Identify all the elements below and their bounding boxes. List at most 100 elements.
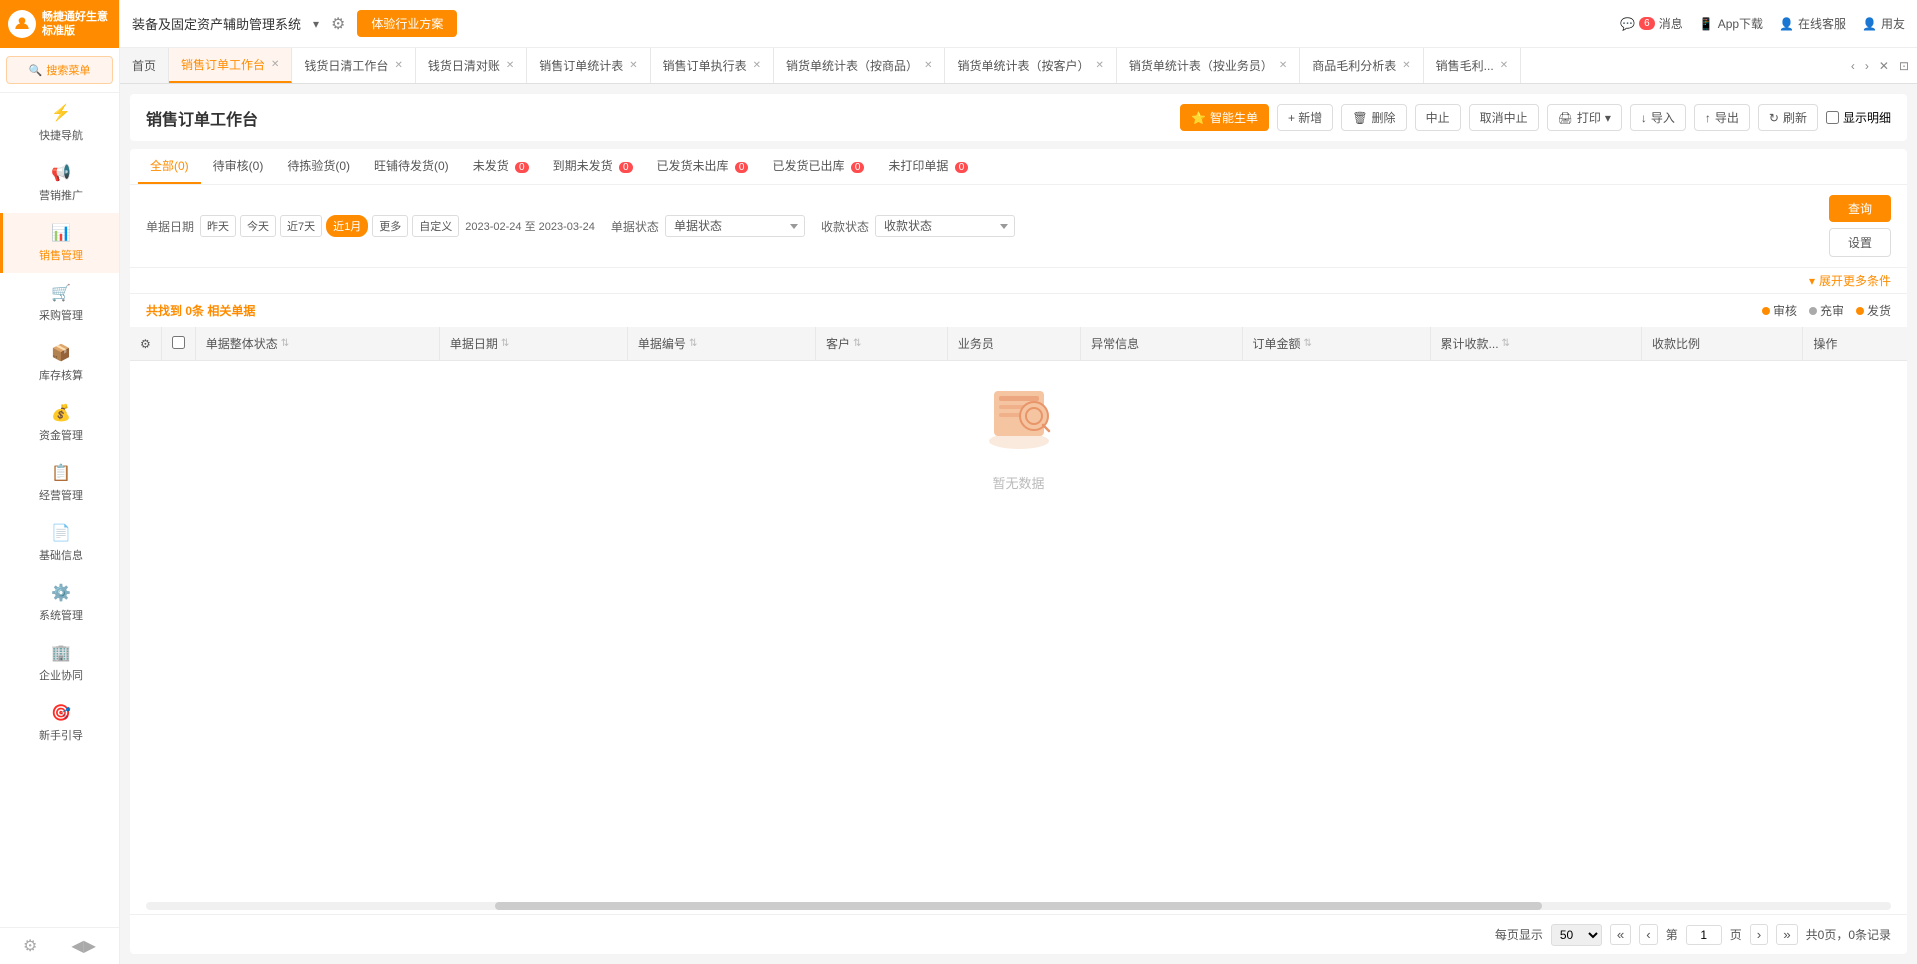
- tab-sales-by-customer-close[interactable]: ✕: [1095, 60, 1103, 71]
- sidebar-item-system[interactable]: ⚙️ 系统管理: [0, 573, 119, 633]
- show-detail-checkbox-label[interactable]: 显示明细: [1826, 109, 1891, 126]
- page-size-select[interactable]: 50 10 20 100: [1551, 924, 1602, 946]
- sidebar-item-operation[interactable]: 📋 经营管理: [0, 453, 119, 513]
- tab-sales-stats[interactable]: 销售订单统计表 ✕: [527, 48, 650, 83]
- date-yesterday-btn[interactable]: 昨天: [200, 215, 236, 237]
- page-input[interactable]: [1686, 925, 1722, 945]
- tab-sales-by-customer[interactable]: 销货单统计表（按客户） ✕: [945, 48, 1116, 83]
- sidebar-item-purchase[interactable]: 🛒 采购管理: [0, 273, 119, 333]
- tabs-close-all-btn[interactable]: ✕: [1875, 57, 1893, 75]
- sidebar-item-inventory[interactable]: 📦 库存核算: [0, 333, 119, 393]
- th-amount[interactable]: 订单金额 ⇅: [1242, 327, 1430, 361]
- user-item[interactable]: 👤 用友: [1862, 15, 1905, 32]
- settings-bottom-icon[interactable]: ⚙: [23, 936, 37, 956]
- sort-status[interactable]: 单据整体状态 ⇅: [206, 335, 289, 352]
- cancel-abort-btn[interactable]: 取消中止: [1469, 104, 1539, 131]
- sort-number[interactable]: 单据编号 ⇅: [638, 335, 697, 352]
- tab-sales-exec[interactable]: 销售订单执行表 ✕: [651, 48, 774, 83]
- tab-cash-daily-close[interactable]: ✕: [394, 60, 402, 71]
- delete-btn[interactable]: 🗑 删除: [1341, 104, 1406, 131]
- tab-sales-order-close[interactable]: ✕: [271, 59, 279, 70]
- tab-home[interactable]: 首页: [120, 48, 169, 83]
- tab-sales-by-staff[interactable]: 销货单统计表（按业务员） ✕: [1117, 48, 1300, 83]
- search-menu-button[interactable]: 🔍 搜索菜单: [6, 56, 113, 84]
- sidebar-item-sales[interactable]: 📊 销售管理: [0, 213, 119, 273]
- date-custom-btn[interactable]: 自定义: [412, 215, 459, 237]
- filter-tab-wangpu[interactable]: 旺铺待发货(0): [362, 149, 461, 184]
- filter-tab-pending-pick[interactable]: 待拣验货(0): [275, 149, 362, 184]
- sort-customer[interactable]: 客户 ⇅: [826, 335, 861, 352]
- message-item[interactable]: 💬 6 消息: [1620, 15, 1683, 32]
- tabs-prev-btn[interactable]: ‹: [1847, 57, 1859, 75]
- exp-btn[interactable]: 体验行业方案: [357, 10, 457, 37]
- filter-tab-not-printed[interactable]: 未打印单据 0: [876, 149, 980, 184]
- sidebar-item-marketing[interactable]: 📢 营销推广: [0, 153, 119, 213]
- sort-amount[interactable]: 订单金额 ⇅: [1253, 335, 1312, 352]
- tab-cash-reconcile-close[interactable]: ✕: [506, 60, 514, 71]
- sort-date[interactable]: 单据日期 ⇅: [450, 335, 509, 352]
- th-settings[interactable]: ⚙: [130, 327, 161, 361]
- th-number[interactable]: 单据编号 ⇅: [627, 327, 815, 361]
- date-today-btn[interactable]: 今天: [240, 215, 276, 237]
- status-select[interactable]: 单据状态: [665, 215, 805, 237]
- sidebar-item-finance[interactable]: 💰 资金管理: [0, 393, 119, 453]
- sidebar-item-guide[interactable]: 🎯 新手引导: [0, 693, 119, 753]
- horizontal-scrollbar[interactable]: [146, 902, 1891, 910]
- sidebar-item-corp[interactable]: 🏢 企业协同: [0, 633, 119, 693]
- export-btn[interactable]: ↑ 导出: [1694, 104, 1750, 131]
- ship-action[interactable]: 发货: [1856, 302, 1891, 319]
- last-page-btn[interactable]: »: [1776, 924, 1797, 945]
- th-collected[interactable]: 累计收款... ⇅: [1430, 327, 1641, 361]
- tab-sales-order-workbench[interactable]: 销售订单工作台 ✕: [169, 48, 292, 83]
- online-service-item[interactable]: 👤 在线客服: [1779, 15, 1846, 32]
- system-dropdown[interactable]: ▾: [313, 17, 319, 31]
- filter-tab-shipped-out[interactable]: 已发货已出库 0: [760, 149, 876, 184]
- query-btn[interactable]: 查询: [1829, 195, 1891, 222]
- print-btn[interactable]: 🖨 打印 ▾: [1547, 104, 1622, 131]
- tab-sales-by-goods[interactable]: 销货单统计表（按商品） ✕: [774, 48, 945, 83]
- tab-sales-profit-close[interactable]: ✕: [1500, 60, 1508, 71]
- filter-tab-shipped-not-out[interactable]: 已发货未出库 0: [645, 149, 761, 184]
- filter-tab-pending-review[interactable]: 待审核(0): [201, 149, 276, 184]
- review-action[interactable]: 审核: [1762, 302, 1797, 319]
- first-page-btn[interactable]: «: [1610, 924, 1631, 945]
- filter-tab-all[interactable]: 全部(0): [138, 149, 201, 184]
- unreviewed-action[interactable]: 充审: [1809, 302, 1844, 319]
- th-date[interactable]: 单据日期 ⇅: [439, 327, 627, 361]
- th-status[interactable]: 单据整体状态 ⇅: [195, 327, 439, 361]
- date-1month-btn[interactable]: 近1月: [326, 215, 368, 237]
- date-7days-btn[interactable]: 近7天: [280, 215, 322, 237]
- next-page-btn[interactable]: ›: [1750, 924, 1768, 945]
- tab-cash-reconcile[interactable]: 钱货日清对账 ✕: [416, 48, 527, 83]
- setting-btn[interactable]: 设置: [1829, 228, 1891, 257]
- expand-btn[interactable]: ▾ 展开更多条件: [1809, 272, 1891, 289]
- prev-page-btn[interactable]: ‹: [1639, 924, 1657, 945]
- app-download-item[interactable]: 📱 App下载: [1699, 15, 1763, 32]
- tab-profit-analysis[interactable]: 商品毛利分析表 ✕: [1300, 48, 1423, 83]
- date-more-btn[interactable]: 更多: [372, 215, 408, 237]
- tabs-expand-btn[interactable]: ⊡: [1895, 57, 1913, 75]
- new-btn[interactable]: + 新增: [1277, 104, 1333, 131]
- select-all-checkbox[interactable]: [172, 336, 185, 349]
- tab-profit-analysis-close[interactable]: ✕: [1402, 60, 1410, 71]
- abort-btn[interactable]: 中止: [1415, 104, 1461, 131]
- smart-gen-btn[interactable]: ⭐ 智能生单: [1180, 104, 1269, 131]
- sidebar-item-quick-nav[interactable]: ⚡ 快捷导航: [0, 93, 119, 153]
- filter-tab-not-shipped[interactable]: 未发货 0: [461, 149, 541, 184]
- tab-sales-profit[interactable]: 销售毛利... ✕: [1424, 48, 1521, 83]
- tab-sales-exec-close[interactable]: ✕: [753, 60, 761, 71]
- sort-collected[interactable]: 累计收款... ⇅: [1441, 335, 1510, 352]
- tab-sales-stats-close[interactable]: ✕: [629, 60, 637, 71]
- tab-cash-daily[interactable]: 钱货日清工作台 ✕: [292, 48, 415, 83]
- collapse-icon[interactable]: ◀▶: [71, 936, 96, 956]
- th-customer[interactable]: 客户 ⇅: [815, 327, 947, 361]
- import-btn[interactable]: ↓ 导入: [1630, 104, 1686, 131]
- th-check[interactable]: [161, 327, 195, 361]
- scrollbar-thumb[interactable]: [495, 902, 1542, 910]
- show-detail-checkbox[interactable]: [1826, 111, 1839, 124]
- sidebar-item-basic-info[interactable]: 📄 基础信息: [0, 513, 119, 573]
- payment-select[interactable]: 收款状态: [875, 215, 1015, 237]
- tab-sales-by-staff-close[interactable]: ✕: [1279, 60, 1287, 71]
- tab-sales-by-goods-close[interactable]: ✕: [924, 60, 932, 71]
- topbar-settings-icon[interactable]: ⚙: [331, 14, 345, 34]
